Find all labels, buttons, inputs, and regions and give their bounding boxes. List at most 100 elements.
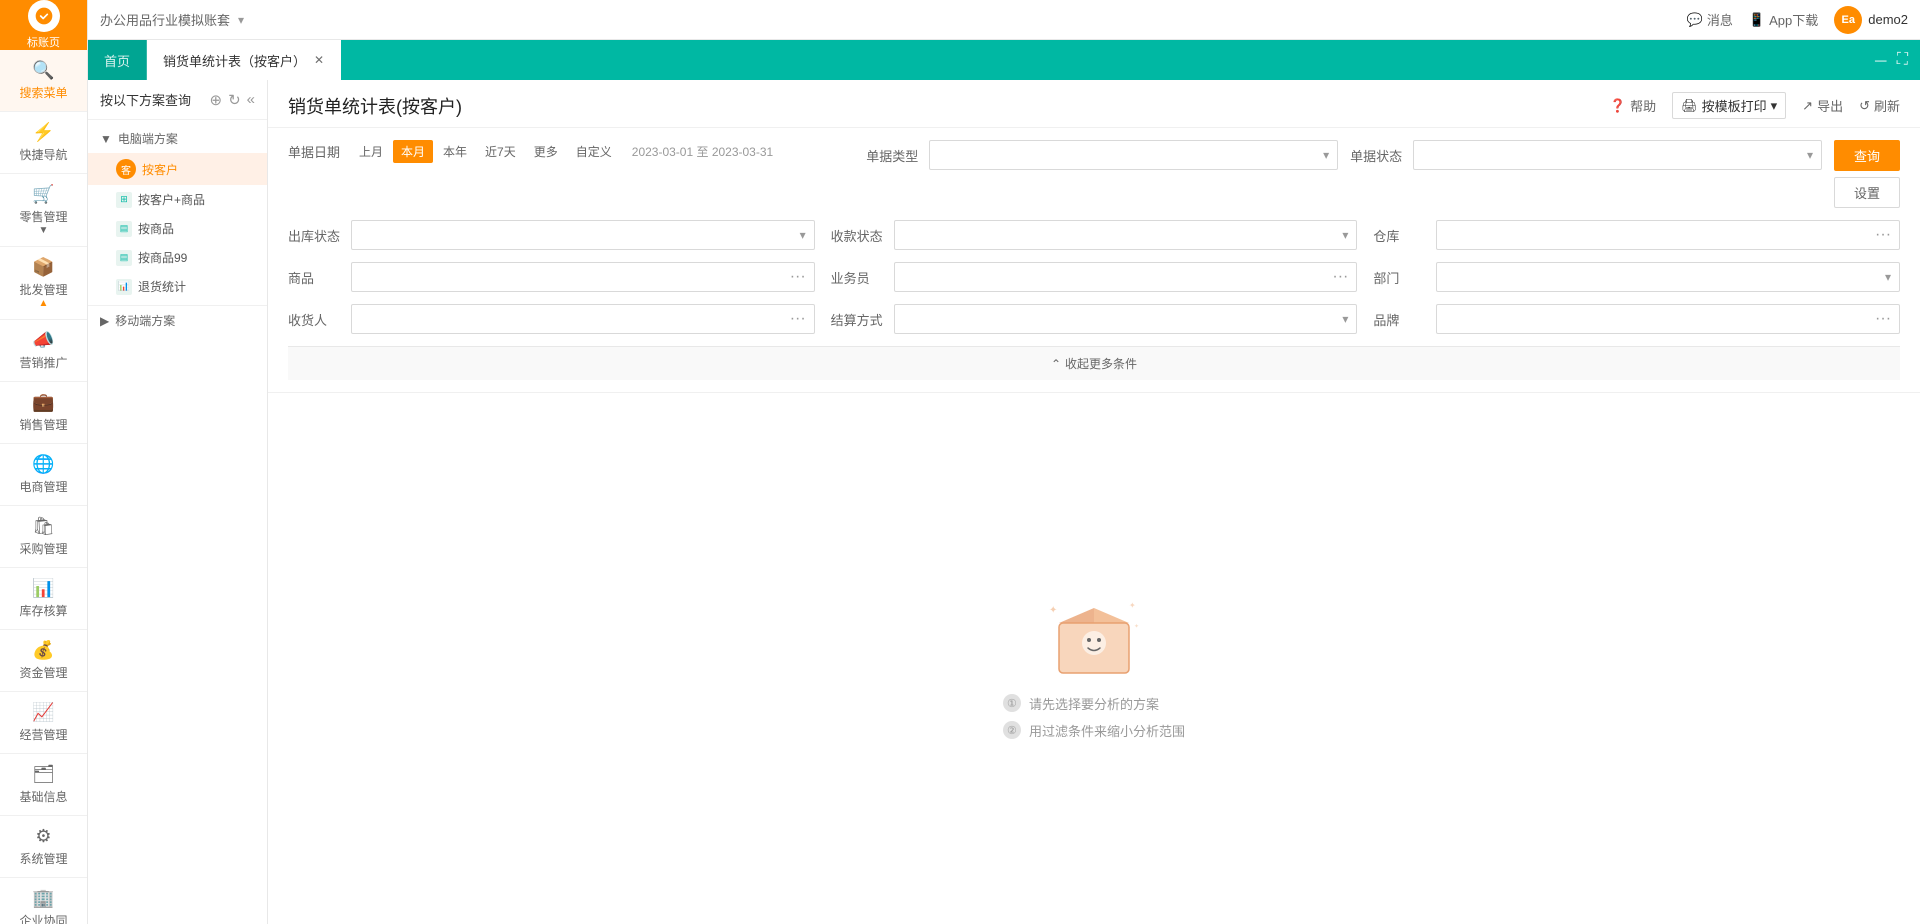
collapse-icon: ⌃ [1051,357,1061,371]
scheme-item-label: 按商品99 [138,249,187,266]
help-btn[interactable]: ❓ 帮助 [1610,96,1656,115]
tab-home[interactable]: 首页 [88,40,147,80]
tab-maximize-icon[interactable]: ⛶ [1897,51,1908,69]
sidebar-item-quicknav[interactable]: ⚡ 快捷导航 [0,112,87,174]
filter-order-type: 单据类型 ▾ [866,140,1338,170]
wholesale-icon: 📦 [32,257,54,278]
out-status-arrow: ▾ [800,228,806,242]
date-tab-7days[interactable]: 近7天 [477,140,524,163]
page-header-actions: ❓ 帮助 🖨 按模板打印 ▾ ↗ 导出 ↺ 刷新 [1610,92,1900,119]
filter-out-status: 出库状态 ▾ [288,220,815,250]
collapse-label: 收起更多条件 [1065,355,1137,372]
message-btn[interactable]: 💬 消息 [1687,10,1733,29]
date-tab-lastmonth[interactable]: 上月 [351,140,391,163]
order-status-select[interactable]: ▾ [1413,140,1822,170]
sidebar-item-enterprise[interactable]: 🏢 企业协同 [0,878,87,924]
date-tab-thisyear[interactable]: 本年 [435,140,475,163]
quicknav-icon: ⚡ [32,122,54,143]
settings-btn[interactable]: 设置 [1834,177,1900,208]
warehouse-select[interactable]: ··· [1436,220,1900,250]
filter-product: 商品 ··· [288,262,815,292]
wholesale-arrow: ▲ [39,298,49,309]
filter-department: 部门 ▾ [1373,262,1900,292]
pay-status-arrow: ▾ [1342,228,1348,242]
refresh-btn[interactable]: ↺ 刷新 [1859,96,1900,115]
filter-date: 单据日期 上月 本月 本年 近7天 更多 自定义 2023-03-01 至 20… [288,140,854,163]
filter-row-1: 单据日期 上月 本月 本年 近7天 更多 自定义 2023-03-01 至 20… [288,140,1900,208]
sidebar-item-wholesale[interactable]: 📦 批发管理 ▲ [0,247,87,320]
sidebar-item-label: 企业协同 [19,912,67,924]
sidebar-item-label: 基础信息 [19,788,67,805]
tab-close-icon[interactable]: ✕ [314,53,324,67]
sidebar-item-label: 经营管理 [19,726,67,743]
sidebar-item-system[interactable]: ⚙ 系统管理 [0,816,87,878]
topbar-right: 💬 消息 📱 App下载 Ea demo2 [1687,6,1908,34]
tabbar: 首页 销货单统计表（按客户） ✕ － ⛶ [88,40,1920,80]
purchase-icon: 🛍 [32,516,55,537]
sidebar-item-purchase[interactable]: 🛍 采购管理 [0,506,87,568]
sidebar-item-finance[interactable]: 💰 资金管理 [0,630,87,692]
user-menu[interactable]: Ea demo2 [1834,6,1908,34]
pay-status-select[interactable]: ▾ [894,220,1358,250]
date-tab-custom[interactable]: 自定义 [568,140,620,163]
scheme-item-customer-product[interactable]: ⊞ 按客户+商品 [88,185,267,214]
empty-hint-2: ② 用过滤条件来缩小分析范围 [1003,721,1185,740]
app-download-btn[interactable]: 📱 App下载 [1749,10,1818,29]
sidebar-item-inventory[interactable]: 📊 库存核算 [0,568,87,630]
data-area: ✦ ✦ ✦ ① 请先选择要分析的方案 ② 用过滤条件来缩小分析范围 [268,393,1920,924]
template-print-label: 按模板打印 [1702,96,1767,115]
scheme-item-label: 按客户 [142,161,178,178]
salesperson-select[interactable]: ··· [894,262,1358,292]
left-panel-title: 按以下方案查询 [100,90,191,109]
sidebar-item-retail[interactable]: 🛒 零售管理 ▼ [0,174,87,247]
add-scheme-btn[interactable]: ⊕ [210,91,223,109]
date-tab-more[interactable]: 更多 [526,140,566,163]
sidebar-item-basic[interactable]: 🗂 基础信息 [0,754,87,816]
product-select[interactable]: ··· [351,262,815,292]
scheme-group-mobile[interactable]: ▶ 移动端方案 [88,305,267,335]
filter-pay-status: 收款状态 ▾ [831,220,1358,250]
scheme-item-customer[interactable]: 客 按客户 [88,153,267,185]
receiver-select[interactable]: ··· [351,304,815,334]
collapse-panel-btn[interactable]: « [247,91,255,108]
warehouse-ellipsis[interactable]: ··· [1875,226,1891,244]
out-status-select[interactable]: ▾ [351,220,815,250]
scheme-group-desktop-title[interactable]: ▼ 电脑端方案 [88,124,267,153]
brand-label: 品牌 [1373,310,1428,329]
scheme-item-return-stats[interactable]: 📊 退货统计 [88,272,267,301]
filter-row-4: 收货人 ··· 结算方式 ▾ 品牌 [288,304,1900,334]
collapse-filters-btn[interactable]: ⌃ 收起更多条件 [288,346,1900,380]
sidebar-item-ecommerce[interactable]: 🌐 电商管理 [0,444,87,506]
receiver-ellipsis[interactable]: ··· [790,310,806,328]
query-btn[interactable]: 查询 [1834,140,1900,171]
topbar-dropdown-icon[interactable]: ▾ [238,13,244,27]
order-type-select[interactable]: ▾ [929,140,1338,170]
scheme-item-product99[interactable]: ▤ 按商品99 [88,243,267,272]
basic-icon: 🗂 [32,764,55,785]
tab-minimize-icon[interactable]: － [1873,48,1889,72]
left-panel-header: 按以下方案查询 ⊕ ↻ « [88,80,267,120]
brand-select[interactable]: ··· [1436,304,1900,334]
sidebar-item-operations[interactable]: 📈 经营管理 [0,692,87,754]
payment-select[interactable]: ▾ [894,304,1358,334]
product-ellipsis[interactable]: ··· [790,268,806,286]
page-header: 销货单统计表(按客户) ❓ 帮助 🖨 按模板打印 ▾ ↗ 导出 [268,80,1920,128]
collapse-icon: ▼ [100,132,112,146]
scheme-item-product[interactable]: ▤ 按商品 [88,214,267,243]
date-label: 单据日期 [288,142,343,161]
template-print-btn[interactable]: 🖨 按模板打印 ▾ [1672,92,1786,119]
department-select[interactable]: ▾ [1436,262,1900,292]
tab-sales-stats[interactable]: 销货单统计表（按客户） ✕ [147,40,341,80]
filter-receiver: 收货人 ··· [288,304,815,334]
tab-home-label: 首页 [104,51,130,70]
sidebar-item-sales[interactable]: 💼 销售管理 [0,382,87,444]
date-tab-thismonth[interactable]: 本月 [393,140,433,163]
brand-ellipsis[interactable]: ··· [1875,310,1891,328]
avatar: Ea [1834,6,1862,34]
sidebar-item-marketing[interactable]: 📣 营销推广 [0,320,87,382]
refresh-scheme-btn[interactable]: ↻ [228,91,241,109]
logo-icon [28,0,60,32]
export-btn[interactable]: ↗ 导出 [1802,96,1843,115]
sidebar-item-search[interactable]: 🔍 搜索菜单 [0,50,87,112]
salesperson-ellipsis[interactable]: ··· [1332,268,1348,286]
